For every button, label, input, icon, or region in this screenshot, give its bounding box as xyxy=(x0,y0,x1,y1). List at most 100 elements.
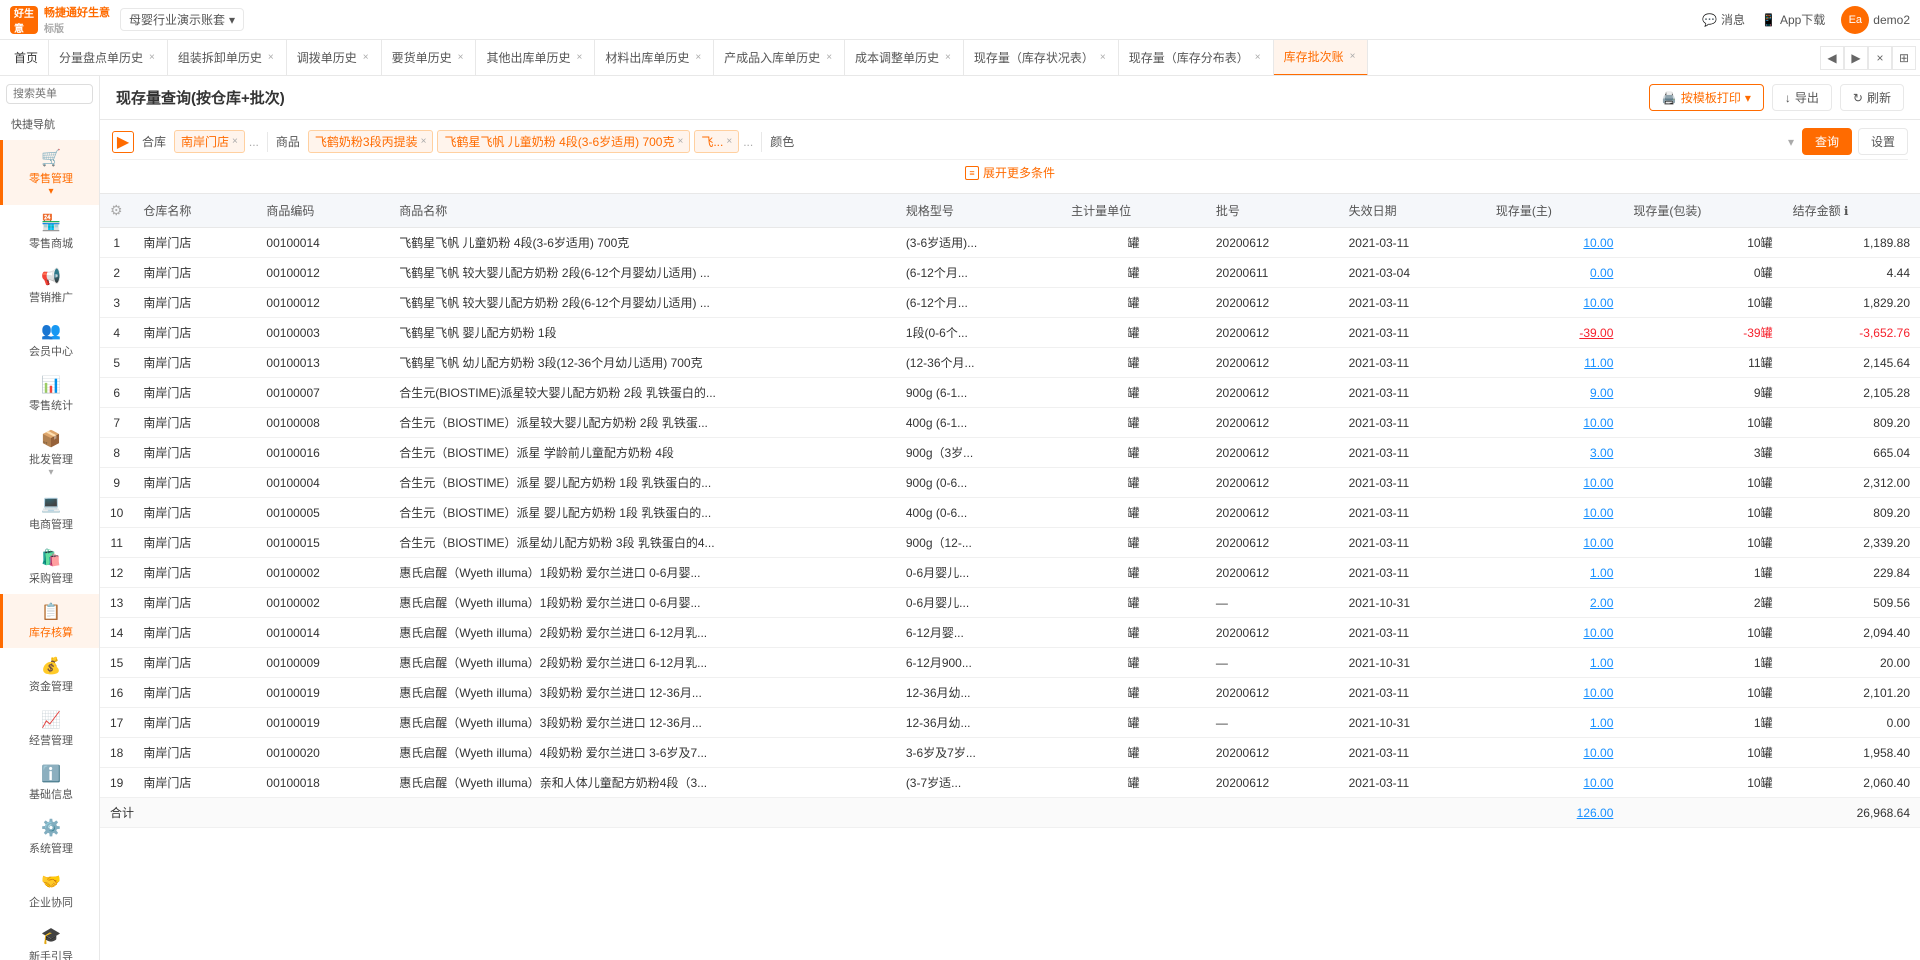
row-expire: 2021-03-11 xyxy=(1339,468,1486,498)
tab-close-btn[interactable]: × xyxy=(1868,46,1892,70)
tab-9-close[interactable]: × xyxy=(1098,51,1108,64)
tab-9[interactable]: 现存量（库存状况表） × xyxy=(964,40,1119,76)
retail-mall-icon: 🏪 xyxy=(9,213,93,233)
inventory-icon: 📋 xyxy=(9,602,93,622)
product-tag-3-remove[interactable]: × xyxy=(726,136,732,147)
product-tag-1[interactable]: 飞鹤奶粉3段丙提装 × xyxy=(308,130,434,153)
row-warehouse: 南岸门店 xyxy=(133,438,256,468)
row-spec: 400g (0-6... xyxy=(896,498,1061,528)
tab-8[interactable]: 成本调整单历史 × xyxy=(845,40,964,76)
sidebar-item-basic-info[interactable]: ℹ️ 基础信息 xyxy=(0,756,99,810)
row-name: 合生元(BIOSTIME)派星较大婴儿配方奶粉 2段 乳铁蛋白的... xyxy=(389,378,896,408)
workspace-selector[interactable]: 母婴行业演示账套 ▾ xyxy=(120,8,244,31)
warehouse-tag-1-remove[interactable]: × xyxy=(232,136,238,147)
tab-4[interactable]: 要货单历史 × xyxy=(382,40,477,76)
page-header: 现存量查询(按仓库+批次) 🖨️ 按模板打印 ▾ ↓ 导出 ↻ 刷新 xyxy=(100,76,1920,120)
product-tag-3[interactable]: 飞... × xyxy=(694,130,739,153)
tab-next-btn[interactable]: ▶ xyxy=(1844,46,1868,70)
sidebar-item-operations[interactable]: 📈 经营管理 xyxy=(0,702,99,756)
tab-4-close[interactable]: × xyxy=(456,51,466,64)
row-qty-pkg: 10罐 xyxy=(1623,678,1782,708)
product-more[interactable]: ... xyxy=(743,135,753,149)
tab-5-close[interactable]: × xyxy=(574,51,584,64)
sidebar-item-finance[interactable]: 💰 资金管理 xyxy=(0,648,99,702)
row-unit: 罐 xyxy=(1061,678,1206,708)
row-spec: (3-6岁适用)... xyxy=(896,228,1061,258)
row-qty-pkg: 3罐 xyxy=(1623,438,1782,468)
tab-7-close[interactable]: × xyxy=(824,51,834,64)
query-btn[interactable]: 查询 xyxy=(1802,128,1852,155)
product-tag-2[interactable]: 飞鹤星飞帆 儿童奶粉 4段(3-6岁适用) 700克 × xyxy=(437,130,690,153)
guide-icon: 🎓 xyxy=(9,926,93,946)
tab-10-close[interactable]: × xyxy=(1253,51,1263,64)
print-btn[interactable]: 🖨️ 按模板打印 ▾ xyxy=(1649,84,1764,111)
app-download-btn[interactable]: 📱 App下载 xyxy=(1761,11,1825,28)
sidebar-item-retail-stats[interactable]: 📊 零售统计 xyxy=(0,367,99,421)
row-warehouse: 南岸门店 xyxy=(133,648,256,678)
tab-1[interactable]: 分量盘点单历史 × xyxy=(49,40,168,76)
tab-7[interactable]: 产成品入库单历史 × xyxy=(714,40,845,76)
sidebar-item-retail-mall[interactable]: 🏪 零售商城 xyxy=(0,205,99,259)
tab-5[interactable]: 其他出库单历史 × xyxy=(476,40,595,76)
tab-10[interactable]: 现存量（库存分布表） × xyxy=(1119,40,1274,76)
refresh-btn[interactable]: ↻ 刷新 xyxy=(1840,84,1904,111)
sidebar-item-member[interactable]: 👥 会员中心 xyxy=(0,313,99,367)
tab-more-btn[interactable]: ⊞ xyxy=(1892,46,1916,70)
sidebar-item-wholesale[interactable]: 📦 批发管理 ▾ xyxy=(0,421,99,486)
tab-prev-btn[interactable]: ◀ xyxy=(1820,46,1844,70)
sidebar-item-guide[interactable]: 🎓 新手引导 xyxy=(0,918,99,960)
tab-8-close[interactable]: × xyxy=(943,51,953,64)
row-no: 9 xyxy=(100,468,133,498)
sidebar-nav-label[interactable]: 快捷导航 xyxy=(0,112,99,136)
tab-11-close[interactable]: × xyxy=(1348,50,1358,63)
row-qty-pkg: 9罐 xyxy=(1623,378,1782,408)
row-code: 00100007 xyxy=(256,378,389,408)
settings-btn[interactable]: 设置 xyxy=(1858,128,1908,155)
color-filter-arrow[interactable]: ▾ xyxy=(1788,135,1794,149)
sidebar-item-system[interactable]: ⚙️ 系统管理 xyxy=(0,810,99,864)
tab-6-close[interactable]: × xyxy=(693,51,703,64)
settings-gear-icon[interactable]: ⚙ xyxy=(110,202,123,218)
tab-3[interactable]: 调拨单历史 × xyxy=(287,40,382,76)
tab-nav-buttons: ◀ ▶ × ⊞ xyxy=(1820,46,1916,70)
filter-expand-arrow[interactable]: ▶ xyxy=(112,131,134,153)
expand-more-btn[interactable]: ≡ 展开更多条件 xyxy=(112,159,1908,185)
row-name: 惠氏启醒（Wyeth illuma）4段奶粉 爱尔兰进口 3-6岁及7... xyxy=(389,738,896,768)
settings-label: 设置 xyxy=(1871,133,1895,150)
tab-6[interactable]: 材料出库单历史 × xyxy=(595,40,714,76)
sidebar-item-marketing[interactable]: 📢 营销推广 xyxy=(0,259,99,313)
tab-5-label: 其他出库单历史 xyxy=(486,49,570,66)
row-spec: (6-12个月... xyxy=(896,258,1061,288)
th-code: 商品编码 xyxy=(256,194,389,228)
th-qty-pkg: 现存量(包装) xyxy=(1623,194,1782,228)
sidebar-item-inventory[interactable]: 📋 库存核算 xyxy=(0,594,99,648)
product-tag-2-remove[interactable]: × xyxy=(677,136,683,147)
sidebar: 快捷导航 🛒 零售管理 ▾ 🏪 零售商城 📢 营销推广 👥 会员中心 📊 零售统… xyxy=(0,76,100,960)
tab-3-close[interactable]: × xyxy=(361,51,371,64)
row-amount: 665.04 xyxy=(1783,438,1920,468)
sidebar-item-retail-mgmt[interactable]: 🛒 零售管理 ▾ xyxy=(0,140,99,205)
export-btn[interactable]: ↓ 导出 xyxy=(1772,84,1832,111)
sidebar-item-purchase[interactable]: 🛍️ 采购管理 xyxy=(0,540,99,594)
product-tag-1-remove[interactable]: × xyxy=(421,136,427,147)
row-unit: 罐 xyxy=(1061,648,1206,678)
table-row: 2 南岸门店 00100012 飞鹤星飞帆 较大婴儿配方奶粉 2段(6-12个月… xyxy=(100,258,1920,288)
message-btn[interactable]: 💬 消息 xyxy=(1702,11,1745,28)
warehouse-tag-1[interactable]: 南岸门店 × xyxy=(174,130,245,153)
tab-1-close[interactable]: × xyxy=(147,51,157,64)
tab-2[interactable]: 组装拆卸单历史 × xyxy=(168,40,287,76)
finance-icon: 💰 xyxy=(9,656,93,676)
sidebar-item-ecommerce[interactable]: 💻 电商管理 xyxy=(0,486,99,540)
user-profile[interactable]: Ea demo2 xyxy=(1841,6,1910,34)
top-bar: 好生意 畅捷通好生意 标版 母婴行业演示账套 ▾ 💬 消息 📱 App下载 Ea… xyxy=(0,0,1920,40)
row-unit: 罐 xyxy=(1061,558,1206,588)
row-qty-main: 11.00 xyxy=(1486,348,1624,378)
tab-11[interactable]: 库存批次账 × xyxy=(1274,40,1369,76)
tab-2-close[interactable]: × xyxy=(266,51,276,64)
warehouse-more[interactable]: ... xyxy=(249,135,259,149)
tab-11-label: 库存批次账 xyxy=(1284,48,1344,65)
search-input[interactable] xyxy=(6,84,93,104)
sidebar-item-collab[interactable]: 🤝 企业协同 xyxy=(0,864,99,918)
tab-home[interactable]: 首页 xyxy=(4,40,49,76)
product-tag-3-label: 飞... xyxy=(701,133,723,150)
